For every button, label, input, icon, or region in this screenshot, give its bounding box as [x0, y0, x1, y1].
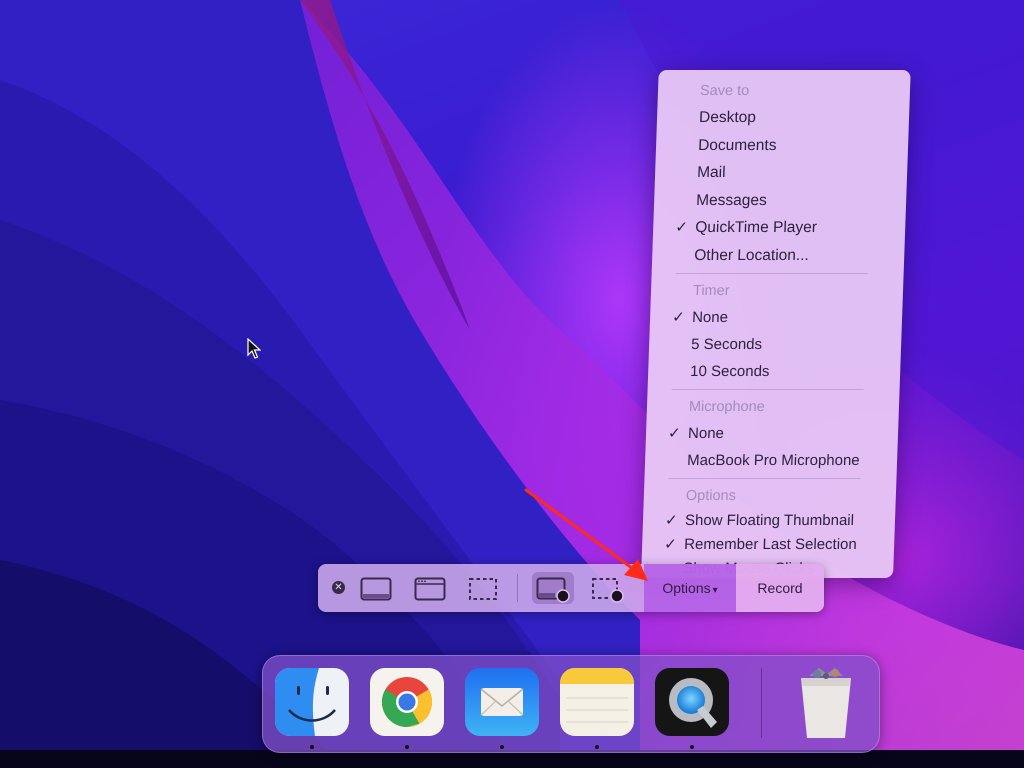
capture-selected-window-button[interactable] — [410, 572, 448, 604]
menu-item-desktop[interactable]: Desktop — [657, 104, 910, 132]
menu-item-label: Messages — [695, 191, 768, 209]
menu-header-save-to: Save to — [699, 83, 750, 99]
checkmark-icon: ✓ — [674, 219, 689, 236]
menu-item-timer-5-seconds[interactable]: 5 Seconds — [649, 331, 902, 358]
menu-header-options: Options — [685, 488, 737, 504]
menu-item-label: Mail — [696, 164, 726, 181]
menu-item-label: QuickTime Player — [694, 219, 818, 236]
dock-trash[interactable] — [789, 668, 863, 738]
menu-item-timer-none[interactable]: ✓ None — [650, 304, 903, 331]
menu-item-quicktime-player[interactable]: ✓ QuickTime Player — [653, 214, 906, 242]
menu-header-microphone: Microphone — [688, 399, 766, 415]
menu-item-label: MacBook Pro Microphone — [686, 452, 860, 469]
menu-section-timer: Timer ✓ None 5 Seconds 10 Seconds — [648, 278, 904, 385]
menu-separator — [671, 389, 864, 390]
notes-icon — [560, 668, 634, 736]
dashed-selection-icon — [469, 578, 497, 600]
menu-section-microphone: Microphone ✓ None MacBook Pro Microphone — [645, 394, 900, 474]
chevron-down-icon: ▾ — [712, 585, 718, 596]
toolbar-divider — [517, 574, 518, 602]
running-indicator — [500, 745, 504, 749]
window-icon — [414, 577, 446, 601]
dock-app-mail[interactable] — [465, 668, 539, 736]
menu-separator — [668, 478, 861, 479]
dock-separator — [761, 668, 762, 738]
menu-item-label: Documents — [697, 136, 777, 154]
checkmark-icon: ✓ — [663, 536, 678, 553]
options-label: Options — [662, 580, 711, 596]
checkmark-icon: ✓ — [667, 425, 681, 442]
dock-app-finder[interactable] — [275, 668, 349, 736]
running-indicator — [405, 745, 409, 749]
trash-full-icon — [801, 668, 851, 738]
menu-item-show-floating-thumbnail[interactable]: ✓ Show Floating Thumbnail — [643, 509, 896, 533]
mail-icon — [465, 668, 539, 736]
chrome-icon — [370, 668, 444, 736]
menu-item-other-location[interactable]: Other Location... — [652, 242, 905, 270]
menu-item-label: 10 Seconds — [689, 363, 770, 380]
menu-item-mail[interactable]: Mail — [655, 159, 908, 187]
menu-item-documents[interactable]: Documents — [656, 132, 909, 160]
dock-app-quicktime-player[interactable] — [655, 668, 729, 736]
menu-item-label: Other Location... — [693, 246, 810, 264]
mouse-cursor-icon — [247, 338, 261, 359]
dock-app-notes[interactable] — [560, 668, 634, 736]
capture-selected-portion-button[interactable] — [463, 572, 501, 604]
menu-item-label: None — [687, 425, 725, 442]
running-indicator — [595, 745, 599, 749]
menu-item-microphone-none[interactable]: ✓ None — [646, 420, 899, 447]
close-circle-icon: ✕ — [334, 582, 343, 593]
menu-item-macbook-pro-microphone[interactable]: MacBook Pro Microphone — [645, 447, 898, 474]
menu-item-label: Show Floating Thumbnail — [684, 512, 855, 529]
menu-section-save-to: Save to Desktop Documents Mail Messages … — [652, 78, 911, 269]
record-label: Record — [757, 580, 803, 596]
running-indicator — [690, 745, 694, 749]
options-menu: Save to Desktop Documents Mail Messages … — [641, 70, 911, 578]
close-toolbar-button[interactable]: ✕ — [332, 581, 345, 594]
running-indicator — [310, 745, 314, 749]
screen-icon — [360, 577, 392, 601]
menu-item-label: Desktop — [698, 109, 757, 126]
menu-separator — [675, 273, 868, 274]
dock — [262, 655, 880, 753]
record-button[interactable]: Record — [736, 564, 824, 612]
checkmark-icon: ✓ — [664, 512, 678, 529]
menu-item-timer-10-seconds[interactable]: 10 Seconds — [648, 358, 901, 385]
red-annotation-arrow — [524, 488, 648, 581]
quicktime-icon — [655, 668, 729, 736]
menu-item-label: Remember Last Selection — [683, 536, 858, 553]
menu-item-label: None — [691, 309, 729, 326]
menu-header-timer: Timer — [692, 283, 730, 299]
finder-icon — [275, 668, 349, 736]
menu-item-label: 5 Seconds — [690, 336, 763, 353]
checkmark-icon: ✓ — [671, 309, 685, 326]
menu-item-remember-last-selection[interactable]: ✓ Remember Last Selection — [642, 533, 895, 557]
capture-entire-screen-button[interactable] — [356, 572, 394, 604]
dock-app-chrome[interactable] — [370, 668, 444, 736]
menu-item-messages[interactable]: Messages — [654, 187, 907, 215]
